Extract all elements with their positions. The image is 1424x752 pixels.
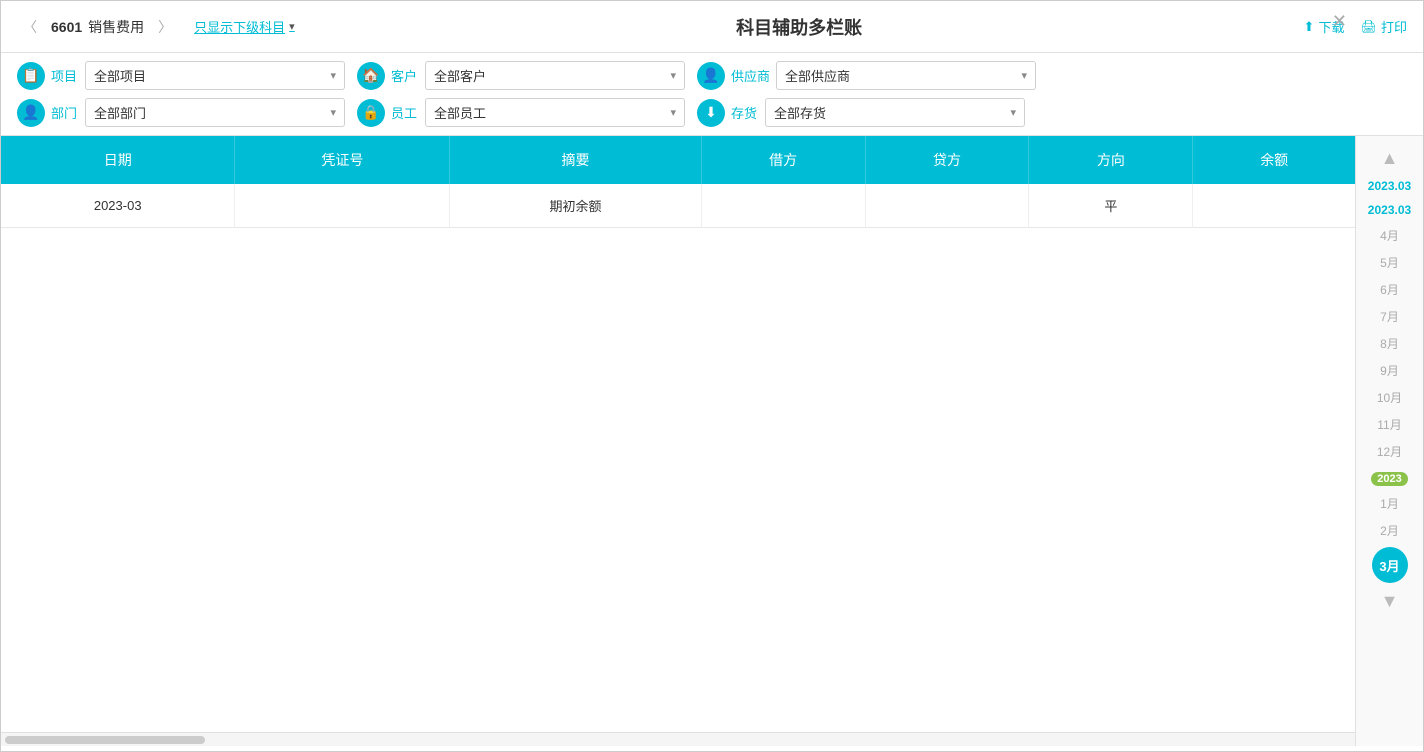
col-direction: 方向 xyxy=(1029,136,1193,184)
filter-item-customer: 🏠 客户 全部客户 ▾ xyxy=(357,61,685,90)
customer-dropdown-arrow: ▾ xyxy=(670,69,676,82)
print-button[interactable]: 🖨 打印 xyxy=(1360,17,1407,36)
prev-account-button[interactable]: 〈 xyxy=(17,15,43,39)
sidebar-month-6[interactable]: 6月 xyxy=(1360,277,1420,302)
sidebar-month-8[interactable]: 8月 xyxy=(1360,331,1420,356)
print-label: 打印 xyxy=(1381,17,1407,36)
department-icon: 👤 xyxy=(17,99,45,127)
sidebar-month-5[interactable]: 5月 xyxy=(1360,250,1420,275)
scroll-thumb[interactable] xyxy=(5,736,205,744)
sidebar-month-11[interactable]: 11月 xyxy=(1360,412,1420,437)
sidebar-month-1[interactable]: 1月 xyxy=(1360,491,1420,516)
filter-item-inventory: ⬇ 存货 全部存货 ▾ xyxy=(697,98,1025,127)
table-container: 日期 凭证号 摘要 借方 贷方 方向 余额 2023-03 期初余额 xyxy=(1,136,1355,732)
sidebar-month-9[interactable]: 9月 xyxy=(1360,358,1420,383)
filter-item-project: 📋 项目 全部项目 ▾ xyxy=(17,61,345,90)
table-header-row: 日期 凭证号 摘要 借方 贷方 方向 余额 xyxy=(1,136,1355,184)
right-sidebar-timeline: ▲ 2023.03 2023.03 4月 5月 6月 7月 8月 9月 10月 … xyxy=(1355,136,1423,746)
department-dropdown-arrow: ▾ xyxy=(330,106,336,119)
sidebar-month-2[interactable]: 2月 xyxy=(1360,518,1420,543)
col-debit: 借方 xyxy=(701,136,865,184)
project-icon: 📋 xyxy=(17,62,45,90)
next-account-button[interactable]: 〉 xyxy=(152,15,178,39)
inventory-dropdown-arrow: ▾ xyxy=(1010,106,1016,119)
filter-area: 📋 项目 全部项目 ▾ 🏠 客户 全部客户 ▾ 👤 供应商 xyxy=(1,53,1423,136)
account-code: 6601 xyxy=(51,19,82,35)
cell-debit xyxy=(701,184,865,228)
horizontal-scrollbar[interactable] xyxy=(1,732,1355,746)
account-name: 销售费用 xyxy=(88,17,144,37)
sidebar-month-3-active[interactable]: 3月 xyxy=(1372,547,1408,583)
sidebar-month-7[interactable]: 7月 xyxy=(1360,304,1420,329)
top-bar: 〈 6601 销售费用 〉 只显示下级科目 ▾ 科目辅助多栏账 ⬆ 下载 🖨 打… xyxy=(1,1,1423,53)
employee-icon: 🔒 xyxy=(357,99,385,127)
col-voucher: 凭证号 xyxy=(235,136,450,184)
employee-dropdown-arrow: ▾ xyxy=(670,106,676,119)
sidebar-month-12[interactable]: 12月 xyxy=(1360,439,1420,464)
filter-item-department: 👤 部门 全部部门 ▾ xyxy=(17,98,345,127)
inventory-label: 存货 xyxy=(731,103,759,122)
cell-summary: 期初余额 xyxy=(450,184,701,228)
sidebar-scroll-down[interactable]: ▼ xyxy=(1377,587,1403,616)
sidebar-period-2023-03-first[interactable]: 2023.03 xyxy=(1360,175,1420,197)
table-row[interactable]: 2023-03 期初余额 平 xyxy=(1,184,1355,228)
cell-balance xyxy=(1193,184,1355,228)
project-select[interactable]: 全部项目 ▾ xyxy=(85,61,345,90)
main-window: ✕ 〈 6601 销售费用 〉 只显示下级科目 ▾ 科目辅助多栏账 ⬆ 下载 🖨… xyxy=(0,0,1424,752)
project-dropdown-arrow: ▾ xyxy=(330,69,336,82)
customer-label: 客户 xyxy=(391,66,419,85)
employee-select[interactable]: 全部员工 ▾ xyxy=(425,98,685,127)
employee-label: 员工 xyxy=(391,103,419,122)
filter-label: 只显示下级科目 xyxy=(194,17,285,36)
year-badge: 2023 xyxy=(1371,472,1407,486)
col-balance: 余额 xyxy=(1193,136,1355,184)
filter-item-employee: 🔒 员工 全部员工 ▾ xyxy=(357,98,685,127)
inventory-select[interactable]: 全部存货 ▾ xyxy=(765,98,1025,127)
col-summary: 摘要 xyxy=(450,136,701,184)
show-sub-accounts-filter[interactable]: 只显示下级科目 ▾ xyxy=(194,17,295,36)
department-select[interactable]: 全部部门 ▾ xyxy=(85,98,345,127)
supplier-select[interactable]: 全部供应商 ▾ xyxy=(776,61,1036,90)
inventory-value: 全部存货 xyxy=(774,103,826,122)
toolbar-right: ⬆ 下载 🖨 打印 xyxy=(1304,17,1407,36)
col-date: 日期 xyxy=(1,136,235,184)
project-value: 全部项目 xyxy=(94,66,146,85)
project-label: 项目 xyxy=(51,66,79,85)
employee-value: 全部员工 xyxy=(434,103,486,122)
cell-direction: 平 xyxy=(1029,184,1193,228)
col-credit: 贷方 xyxy=(865,136,1029,184)
cell-credit xyxy=(865,184,1029,228)
ledger-table: 日期 凭证号 摘要 借方 贷方 方向 余额 2023-03 期初余额 xyxy=(1,136,1355,228)
sidebar-period-2023-03-second[interactable]: 2023.03 xyxy=(1360,199,1420,221)
sidebar-month-4[interactable]: 4月 xyxy=(1360,223,1420,248)
supplier-dropdown-arrow: ▾ xyxy=(1021,69,1027,82)
supplier-label: 供应商 xyxy=(731,66,770,85)
close-button[interactable]: ✕ xyxy=(1332,11,1347,32)
page-title: 科目辅助多栏账 xyxy=(295,14,1304,40)
customer-icon: 🏠 xyxy=(357,62,385,90)
sidebar-scroll-up[interactable]: ▲ xyxy=(1377,144,1403,173)
cell-date: 2023-03 xyxy=(1,184,235,228)
filter-row-2: 👤 部门 全部部门 ▾ 🔒 员工 全部员工 ▾ ⬇ 存货 xyxy=(17,98,1407,127)
year-badge-container: 2023 xyxy=(1371,470,1407,485)
filter-item-supplier: 👤 供应商 全部供应商 ▾ xyxy=(697,61,1036,90)
customer-value: 全部客户 xyxy=(434,66,486,85)
download-icon: ⬆ xyxy=(1304,19,1315,35)
content-area: 日期 凭证号 摘要 借方 贷方 方向 余额 2023-03 期初余额 xyxy=(1,136,1423,746)
customer-select[interactable]: 全部客户 ▾ xyxy=(425,61,685,90)
department-value: 全部部门 xyxy=(94,103,146,122)
department-label: 部门 xyxy=(51,103,79,122)
supplier-icon: 👤 xyxy=(697,62,725,90)
account-info: 6601 销售费用 xyxy=(51,17,144,37)
print-icon: 🖨 xyxy=(1360,19,1377,35)
supplier-value: 全部供应商 xyxy=(785,66,850,85)
filter-row-1: 📋 项目 全部项目 ▾ 🏠 客户 全部客户 ▾ 👤 供应商 xyxy=(17,61,1407,90)
cell-voucher xyxy=(235,184,450,228)
inventory-icon: ⬇ xyxy=(697,99,725,127)
sidebar-month-10[interactable]: 10月 xyxy=(1360,385,1420,410)
